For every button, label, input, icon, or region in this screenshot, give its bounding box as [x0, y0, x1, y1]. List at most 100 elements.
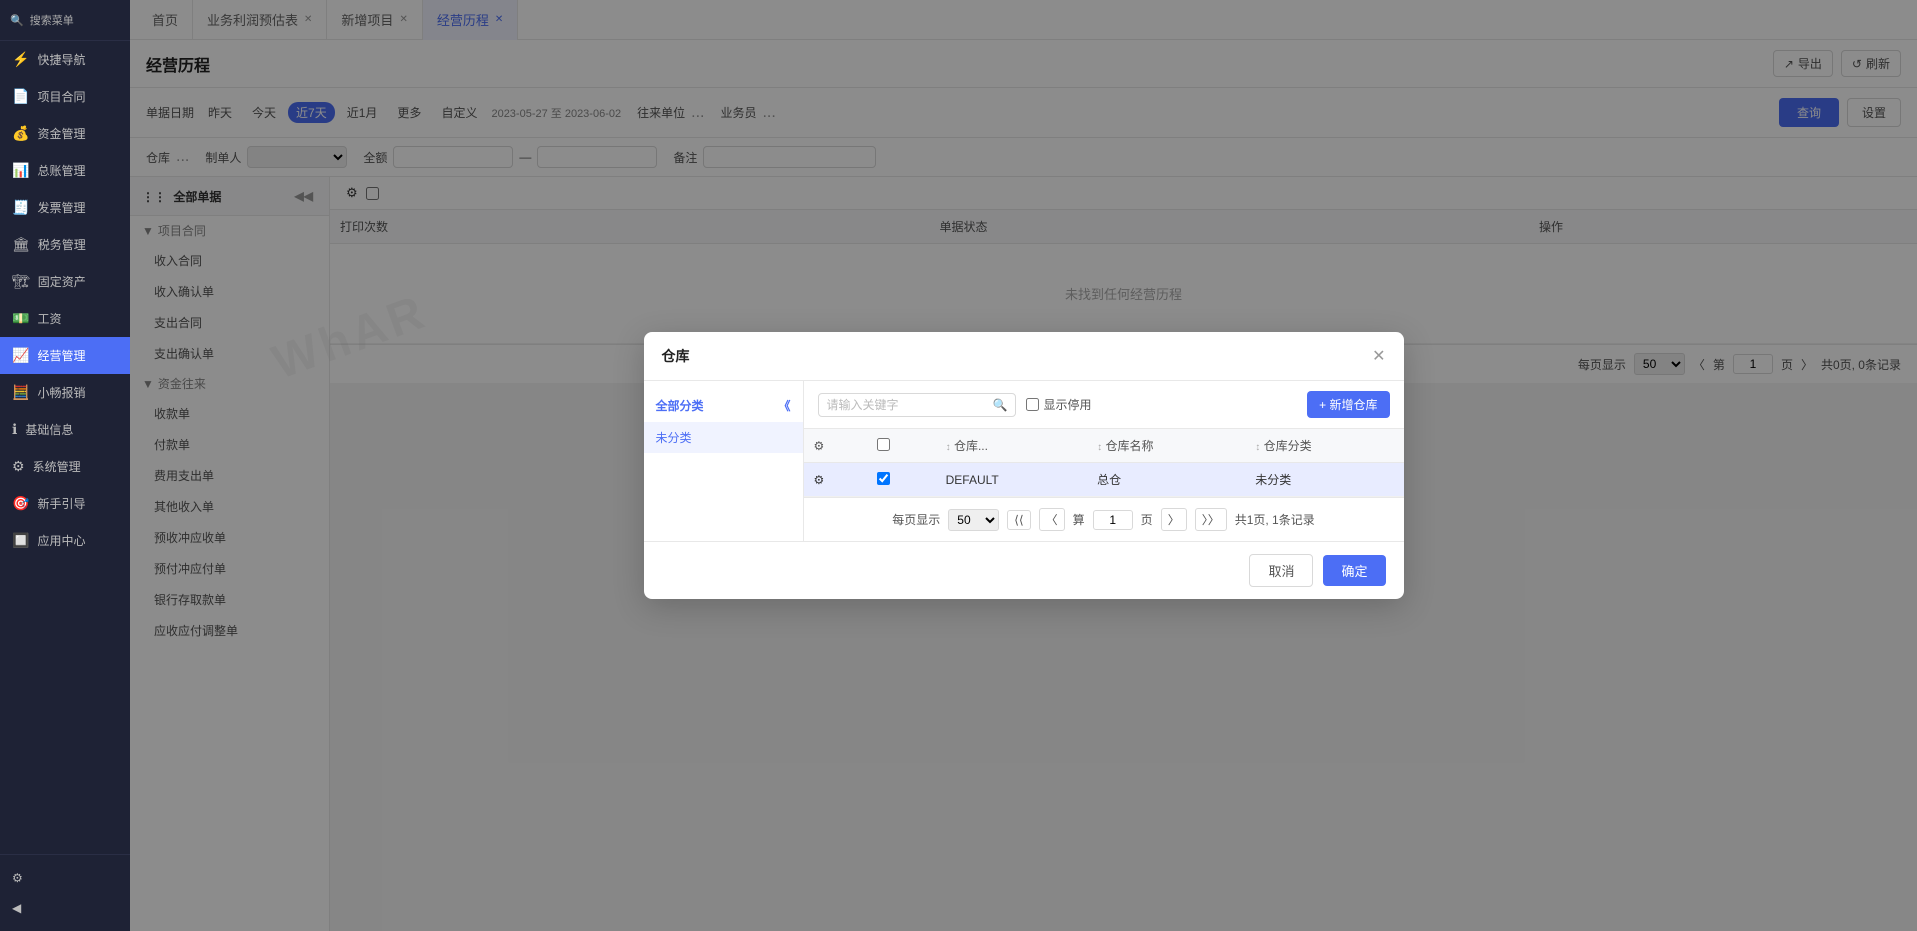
modal-actions: 取消 确定 [644, 541, 1404, 599]
settings-icon: ⚙ [12, 871, 23, 885]
modal-page-word: 页 [1141, 511, 1153, 528]
col-gear[interactable]: ⚙ [804, 429, 868, 463]
sidebar-icon-quick-nav: ⚡ [12, 51, 29, 68]
search-icon-modal: 🔍 [993, 398, 1008, 412]
modal-collapse-icon[interactable]: 《 [778, 397, 790, 414]
sidebar-icon-basic-info: ℹ [12, 421, 17, 438]
sidebar-item-quick-nav[interactable]: ⚡ 快捷导航 [0, 41, 130, 78]
sidebar-item-xiaoChang-report[interactable]: 🧮 小畅报销 [0, 374, 130, 411]
sidebar-label-business-management: 经营管理 [37, 347, 85, 364]
sidebar-item-new-guide[interactable]: 🎯 新手引导 [0, 485, 130, 522]
sidebar-item-basic-info[interactable]: ℹ 基础信息 [0, 411, 130, 448]
modal-left-header: 全部分类 《 [644, 389, 803, 422]
row-code: DEFAULT [936, 463, 1088, 497]
sidebar-label-project-contract: 项目合同 [37, 88, 85, 105]
sidebar-item-tax-management[interactable]: 🏛 税务管理 [0, 226, 130, 263]
sidebar-bottom-settings[interactable]: ⚙ [0, 863, 130, 893]
modal-body: 全部分类 《 未分类 🔍 [644, 381, 1404, 541]
sidebar-item-app-center[interactable]: 🔲 应用中心 [0, 522, 130, 559]
modal-toolbar: 🔍 显示停用 + 新增仓库 [804, 381, 1404, 429]
sidebar-label-new-guide: 新手引导 [37, 495, 85, 512]
sidebar-icon-salary: 💵 [12, 310, 29, 327]
sidebar-bottom: ⚙ ◀ [0, 854, 130, 931]
search-icon: 🔍 [10, 14, 24, 27]
col-name: ↕ 仓库名称 [1087, 429, 1245, 463]
sidebar-item-fixed-assets[interactable]: 🏗 固定资产 [0, 263, 130, 300]
warehouse-modal: 仓库 ✕ 全部分类 《 未分类 [644, 332, 1404, 599]
show-disabled-label[interactable]: 显示停用 [1026, 396, 1091, 413]
sidebar-icon-fund-management: 💰 [12, 125, 29, 142]
sidebar-item-business-management[interactable]: 📈 经营管理 [0, 337, 130, 374]
show-disabled-checkbox[interactable] [1026, 398, 1039, 411]
row-select-checkbox[interactable] [877, 472, 890, 485]
modal-prev-page-btn[interactable]: 〈 [1039, 508, 1065, 531]
sidebar-item-salary[interactable]: 💵 工资 [0, 300, 130, 337]
sidebar-label-tax-management: 税务管理 [38, 236, 86, 253]
modal-page-label: 算 [1073, 511, 1085, 528]
modal-table-row[interactable]: ⚙ DEFAULT 总仓 未分类 [804, 463, 1404, 497]
modal-pagination: 每页显示 50 100 ⟨⟨ 〈 算 页 〉 〉〉 [804, 497, 1404, 541]
sidebar-icon-system-management: ⚙ [12, 458, 25, 475]
sidebar-bottom-collapse[interactable]: ◀ [0, 893, 130, 923]
sidebar-icon-invoice-management: 🧾 [12, 199, 29, 216]
select-all-checkbox[interactable] [877, 438, 890, 451]
col-code: ↕ 仓库... [936, 429, 1088, 463]
all-category-label[interactable]: 全部分类 [656, 397, 704, 414]
sidebar-icon-project-contract: 📄 [12, 88, 29, 105]
sidebar-label-salary: 工资 [37, 310, 61, 327]
sidebar-icon-business-management: 📈 [12, 347, 29, 364]
modal-next-page-btn[interactable]: 〉 [1161, 508, 1187, 531]
modal-title: 仓库 [662, 346, 690, 366]
main-area: 首页业务利润预估表✕新增项目✕经营历程✕ 经营历程 ↗ 导出 ↺ 刷新 单据日期… [130, 0, 1917, 931]
modal-total-text: 共1页, 1条记录 [1235, 511, 1315, 528]
sidebar-icon-app-center: 🔲 [12, 532, 29, 549]
row-name: 总仓 [1087, 463, 1245, 497]
sidebar-icon-tax-management: 🏛 [12, 236, 30, 253]
sidebar-label-basic-info: 基础信息 [25, 421, 73, 438]
modal-table-header: ⚙ ↕ 仓库... ↕ 仓库名称 ↕ 仓库分类 [804, 429, 1404, 463]
sidebar: 🔍 搜索菜单 ⚡ 快捷导航 📄 项目合同 💰 资金管理 📊总账管理 🧾 发票管理 🏛 税务管理 🏗 固定… [0, 0, 130, 931]
modal-overlay: 仓库 ✕ 全部分类 《 未分类 [130, 0, 1917, 931]
modal-left-panel: 全部分类 《 未分类 [644, 381, 804, 541]
sidebar-label-quick-nav: 快捷导航 [37, 51, 85, 68]
sidebar-icon-fixed-assets: 🏗 [12, 273, 30, 290]
warehouse-table: ⚙ ↕ 仓库... ↕ 仓库名称 ↕ 仓库分类 ⚙ DEFA [804, 429, 1404, 497]
sidebar-label-fixed-assets: 固定资产 [38, 273, 86, 290]
collapse-icon: ◀ [12, 901, 21, 915]
modal-per-page-label: 每页显示 [892, 511, 940, 528]
modal-last-page-btn[interactable]: 〉〉 [1195, 508, 1227, 531]
sidebar-icon-xiaoChang-report: 🧮 [12, 384, 29, 401]
sidebar-label-app-center: 应用中心 [37, 532, 85, 549]
modal-left-item-unclassified[interactable]: 未分类 [644, 422, 803, 453]
row-category: 未分类 [1245, 463, 1403, 497]
sidebar-label-invoice-management: 发票管理 [37, 199, 85, 216]
cancel-button[interactable]: 取消 [1249, 554, 1313, 587]
modal-search-input[interactable] [827, 398, 987, 412]
sidebar-label-system-management: 系统管理 [33, 458, 81, 475]
sidebar-item-system-management[interactable]: ⚙ 系统管理 [0, 448, 130, 485]
sidebar-item-general-ledger[interactable]: 📊总账管理 [0, 152, 130, 189]
modal-page-input[interactable] [1093, 510, 1133, 530]
sidebar-icon-new-guide: 🎯 [12, 495, 29, 512]
confirm-button[interactable]: 确定 [1323, 555, 1385, 586]
sidebar-label-fund-management: 资金管理 [37, 125, 85, 142]
sidebar-item-invoice-management[interactable]: 🧾 发票管理 [0, 189, 130, 226]
add-warehouse-button[interactable]: + 新增仓库 [1307, 391, 1389, 418]
modal-header: 仓库 ✕ [644, 332, 1404, 381]
col-check[interactable] [867, 429, 935, 463]
col-category: ↕ 仓库分类 [1245, 429, 1403, 463]
modal-table: ⚙ ↕ 仓库... ↕ 仓库名称 ↕ 仓库分类 ⚙ DEFA [804, 429, 1404, 497]
sidebar-item-fund-management[interactable]: 💰 资金管理 [0, 115, 130, 152]
sidebar-item-project-contract[interactable]: 📄 项目合同 [0, 78, 130, 115]
modal-per-page-select[interactable]: 50 100 [948, 509, 999, 531]
sidebar-search-label: 搜索菜单 [30, 12, 74, 28]
sidebar-search[interactable]: 🔍 搜索菜单 [0, 0, 130, 41]
sidebar-label-general-ledger: 总账管理 [37, 162, 85, 179]
row-settings[interactable]: ⚙ [804, 463, 868, 497]
modal-search-box[interactable]: 🔍 [818, 393, 1017, 417]
sidebar-label-xiaoChang-report: 小畅报销 [37, 384, 85, 401]
row-checkbox[interactable] [867, 463, 935, 497]
modal-close-button[interactable]: ✕ [1372, 346, 1385, 366]
modal-first-page-btn[interactable]: ⟨⟨ [1007, 510, 1030, 530]
modal-right: 🔍 显示停用 + 新增仓库 [804, 381, 1404, 541]
